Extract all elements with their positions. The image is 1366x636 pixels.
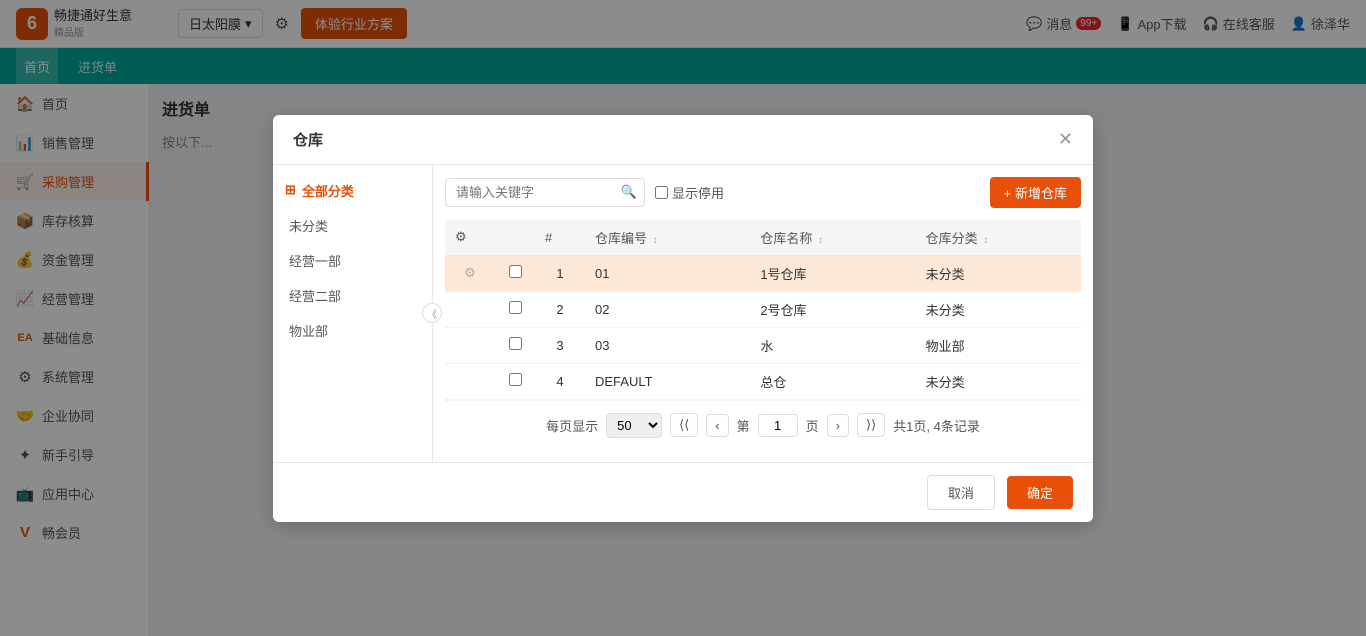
all-categories-label: 全部分类: [302, 181, 354, 200]
row-num: 1: [535, 255, 585, 291]
pagination: 每页显示 50 100 200 ⟨⟨ ‹ 第 页 › ⟩⟩ 共1页, 4条记录: [445, 400, 1081, 450]
page-input[interactable]: [758, 414, 798, 437]
col-category[interactable]: 仓库分类 ↕: [916, 220, 1081, 256]
row-gear[interactable]: [445, 363, 495, 399]
search-input-wrap: 🔍: [445, 178, 645, 207]
row-gear[interactable]: [445, 291, 495, 327]
total-info: 共1页, 4条记录: [893, 416, 980, 435]
row-gear[interactable]: ⚙: [445, 255, 495, 291]
row-name: 水: [750, 327, 915, 363]
modal-overlay[interactable]: 仓库 ✕ ⊞ 全部分类 未分类 经营一部 经营二部 物业部 《: [0, 0, 1366, 636]
col-num: #: [535, 220, 585, 256]
modal-title: 仓库: [293, 129, 323, 150]
row-checkbox[interactable]: [495, 255, 535, 291]
row-name: 2号仓库: [750, 291, 915, 327]
page-unit: 页: [806, 416, 819, 435]
confirm-btn[interactable]: 确定: [1007, 476, 1073, 509]
page-label: 第: [737, 416, 750, 435]
cat-item-property[interactable]: 物业部: [273, 313, 432, 348]
warehouse-modal: 仓库 ✕ ⊞ 全部分类 未分类 经营一部 经营二部 物业部 《: [273, 115, 1093, 522]
search-input[interactable]: [445, 178, 645, 207]
row-category: 未分类: [916, 363, 1081, 399]
row-category: 物业部: [916, 327, 1081, 363]
modal-body: ⊞ 全部分类 未分类 经营一部 经营二部 物业部 《 🔍: [273, 165, 1093, 462]
table-row[interactable]: 2 02 2号仓库 未分类: [445, 291, 1081, 327]
row-name: 总仓: [750, 363, 915, 399]
next-page-btn[interactable]: ›: [827, 414, 849, 437]
row-checkbox[interactable]: [495, 363, 535, 399]
add-warehouse-btn[interactable]: + 新增仓库: [990, 177, 1081, 208]
per-page-label: 每页显示: [546, 416, 598, 435]
table-row[interactable]: ⚙ 1 01 1号仓库 未分类: [445, 255, 1081, 291]
row-num: 2: [535, 291, 585, 327]
modal-main: 🔍 显示停用 + 新增仓库 ⚙: [433, 165, 1093, 462]
warehouse-table: ⚙ # 仓库编号 ↕ 仓库名称 ↕ 仓库分类 ↕ ⚙: [445, 220, 1081, 400]
row-code: DEFAULT: [585, 363, 750, 399]
modal-header: 仓库 ✕: [273, 115, 1093, 165]
modal-footer: 取消 确定: [273, 462, 1093, 522]
row-name: 1号仓库: [750, 255, 915, 291]
collapse-btn[interactable]: 《: [422, 303, 442, 323]
table-row[interactable]: 3 03 水 物业部: [445, 327, 1081, 363]
row-num: 3: [535, 327, 585, 363]
show-disabled-text: 显示停用: [672, 183, 724, 202]
row-checkbox[interactable]: [495, 291, 535, 327]
show-disabled-checkbox[interactable]: [655, 186, 668, 199]
table-row[interactable]: 4 DEFAULT 总仓 未分类: [445, 363, 1081, 399]
prev-page-btn[interactable]: ‹: [706, 414, 728, 437]
category-sidebar: ⊞ 全部分类 未分类 经营一部 经营二部 物业部 《: [273, 165, 433, 462]
all-categories[interactable]: ⊞ 全部分类: [273, 173, 432, 208]
last-page-btn[interactable]: ⟩⟩: [857, 413, 885, 437]
row-category: 未分类: [916, 255, 1081, 291]
row-num: 4: [535, 363, 585, 399]
cat-item-ops1[interactable]: 经营一部: [273, 243, 432, 278]
col-checkbox: [495, 220, 535, 256]
per-page-select[interactable]: 50 100 200: [606, 413, 662, 438]
first-page-btn[interactable]: ⟨⟨: [670, 413, 698, 437]
row-checkbox[interactable]: [495, 327, 535, 363]
grid-icon: ⊞: [285, 182, 296, 198]
row-code: 02: [585, 291, 750, 327]
col-code[interactable]: 仓库编号 ↕: [585, 220, 750, 256]
row-category: 未分类: [916, 291, 1081, 327]
table-container: ⚙ # 仓库编号 ↕ 仓库名称 ↕ 仓库分类 ↕ ⚙: [445, 220, 1081, 400]
row-gear[interactable]: [445, 327, 495, 363]
close-icon[interactable]: ✕: [1058, 129, 1073, 150]
show-disabled-label[interactable]: 显示停用: [655, 183, 724, 202]
cat-item-ops2[interactable]: 经营二部: [273, 278, 432, 313]
cat-item-unclassified[interactable]: 未分类: [273, 208, 432, 243]
cancel-btn[interactable]: 取消: [927, 475, 995, 510]
col-gear: ⚙: [445, 220, 495, 256]
search-bar: 🔍 显示停用 + 新增仓库: [445, 177, 1081, 208]
col-name[interactable]: 仓库名称 ↕: [750, 220, 915, 256]
search-icon[interactable]: 🔍: [621, 184, 637, 200]
row-code: 03: [585, 327, 750, 363]
row-code: 01: [585, 255, 750, 291]
